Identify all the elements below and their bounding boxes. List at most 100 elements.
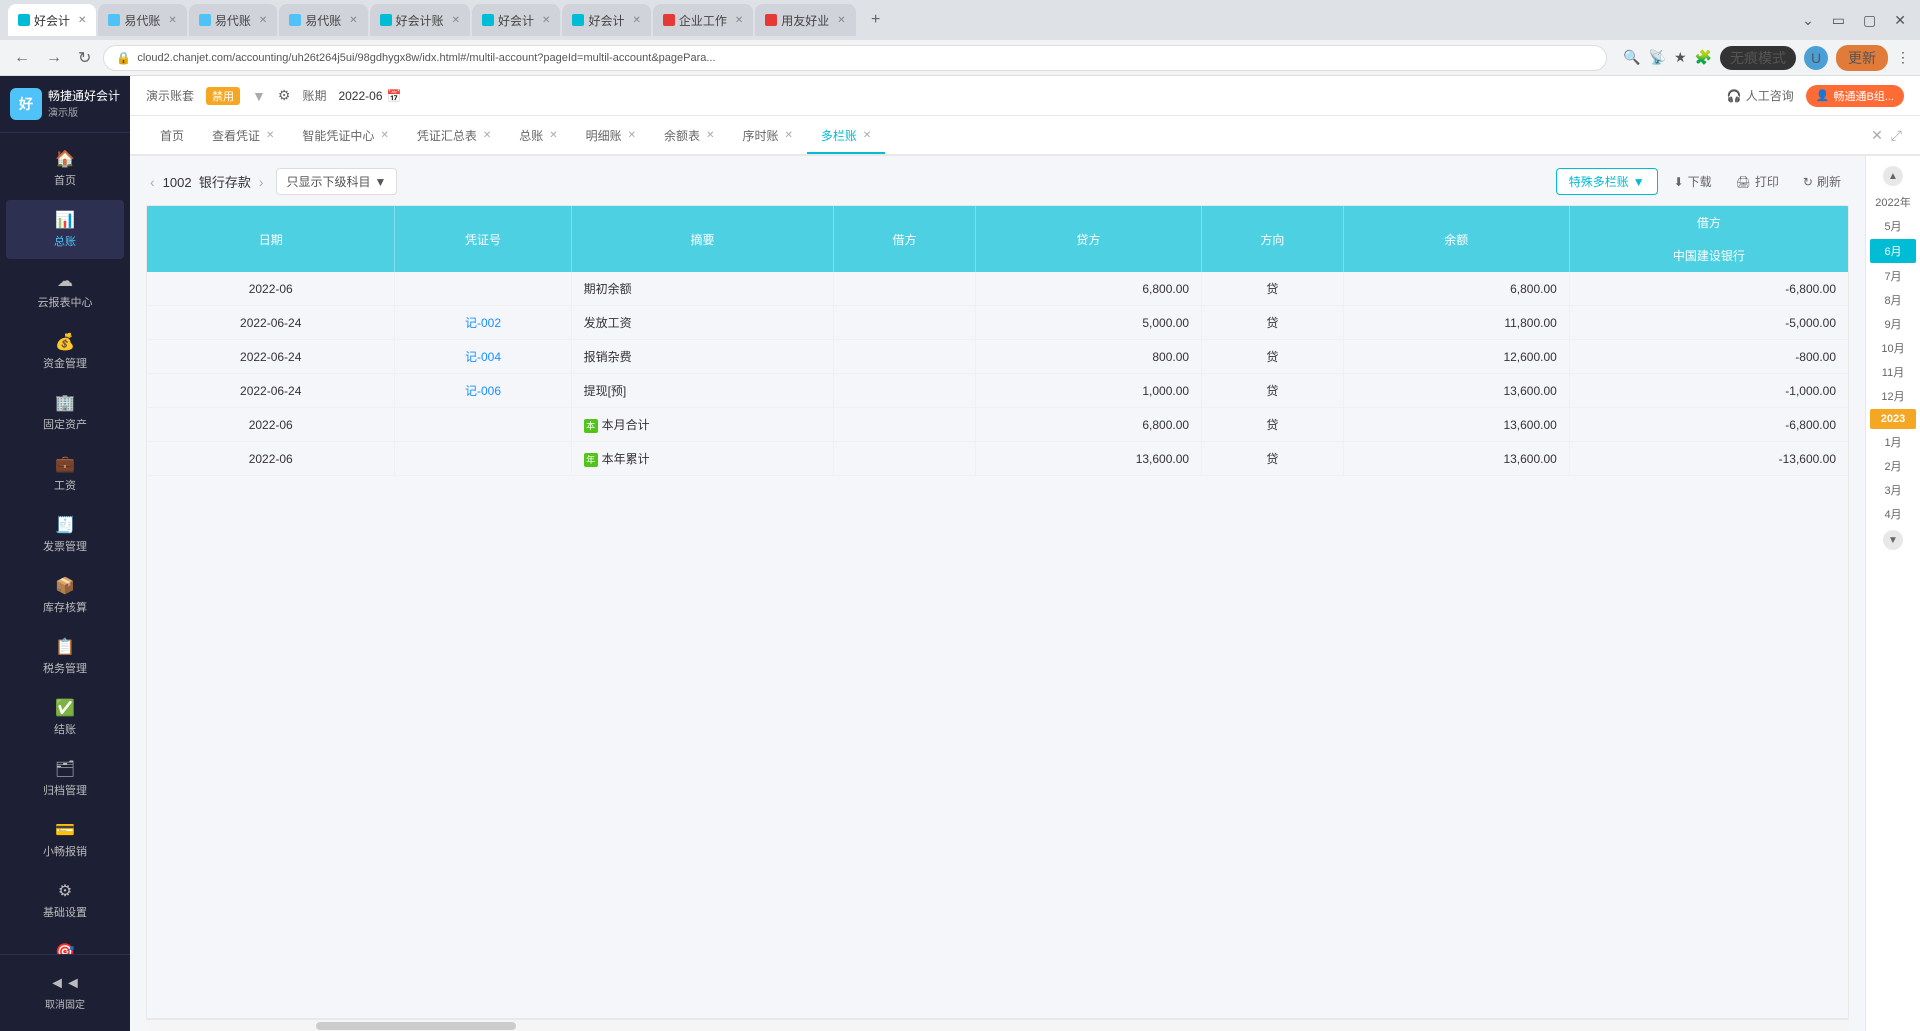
tab-view-voucher[interactable]: 查看凭证 ✕: [198, 119, 288, 154]
sidebar-item-guide[interactable]: 🎯 新手引导: [6, 932, 124, 954]
settings-icon[interactable]: ⋮: [1896, 49, 1910, 66]
download-button[interactable]: ⬇ 下载: [1666, 169, 1720, 194]
tab-close-smart-voucher[interactable]: ✕: [380, 130, 388, 141]
user-info[interactable]: 👤 畅通通B组...: [1806, 85, 1904, 107]
sidebar-collapse-button[interactable]: ◄◄ 取消固定: [6, 965, 124, 1021]
timeline-month-6[interactable]: 6月: [1870, 239, 1916, 263]
timeline-month-2023-3[interactable]: 3月: [1866, 478, 1920, 502]
tab-close-journal[interactable]: ✕: [784, 130, 792, 141]
tab-close-balance[interactable]: ✕: [706, 130, 714, 141]
tab-smart-voucher[interactable]: 智能凭证中心 ✕: [288, 119, 402, 154]
tab-close-general-ledger[interactable]: ✕: [549, 130, 557, 141]
sidebar-item-closing[interactable]: ✅ 结账: [6, 688, 124, 747]
timeline-scroll-up[interactable]: ▲: [1883, 166, 1903, 186]
scrollbar-thumb[interactable]: [316, 1022, 516, 1030]
tab-voucher-summary[interactable]: 凭证汇总表 ✕: [403, 119, 505, 154]
tab-nav-collapse-button[interactable]: ✕: [1869, 125, 1885, 146]
sidebar-item-invoice[interactable]: 🧾 发票管理: [6, 505, 124, 564]
prev-account-button[interactable]: ‹: [146, 172, 159, 192]
sidebar-item-fixed-assets[interactable]: 🏢 固定资产: [6, 383, 124, 442]
timeline-month-2023-1[interactable]: 1月: [1866, 430, 1920, 454]
timeline-month-7[interactable]: 7月: [1866, 264, 1920, 288]
ledger-toolbar: ‹ 1002 银行存款 › 只显示下级科目 ▼ 特殊多栏账 ▼: [146, 168, 1849, 195]
update-button[interactable]: 更新: [1836, 45, 1888, 71]
refresh-browser-button[interactable]: ↻: [74, 46, 95, 70]
tab-journal[interactable]: 序时账 ✕: [728, 119, 806, 154]
sidebar-item-expense[interactable]: 💳 小畅报销: [6, 810, 124, 869]
new-tab-button[interactable]: +: [862, 6, 890, 34]
calendar-icon[interactable]: 📅: [387, 89, 402, 103]
browser-tab-6[interactable]: 好会计 ✕: [472, 4, 560, 36]
no-trace-button[interactable]: 无痕模式: [1720, 46, 1796, 70]
sidebar-item-cloud-report[interactable]: ☁ 云报表中心: [6, 261, 124, 320]
sidebar-item-archive[interactable]: 🗂 归档管理: [6, 749, 124, 808]
tab-minimize-button[interactable]: ⌄: [1796, 10, 1820, 31]
extension-icon[interactable]: 🧩: [1695, 49, 1712, 66]
sidebar-item-payroll[interactable]: 💼 工资: [6, 444, 124, 503]
user-avatar[interactable]: U: [1804, 46, 1828, 70]
timeline-month-5[interactable]: 5月: [1866, 214, 1920, 238]
cast-icon[interactable]: 📡: [1649, 49, 1666, 66]
consultant-button[interactable]: 🎧 人工咨询: [1727, 87, 1794, 104]
table-row: 2022-06 期初余额 6,800.00 贷 6,800.00 -6,800.…: [147, 272, 1848, 306]
next-account-button[interactable]: ›: [255, 172, 268, 192]
cell-debit-3: [834, 374, 975, 408]
tab-close-view-voucher[interactable]: ✕: [266, 130, 274, 141]
tab-maximize-button[interactable]: ▢: [1857, 10, 1882, 31]
consultant-icon: 🎧: [1727, 89, 1742, 103]
tab-home[interactable]: 首页: [146, 119, 198, 154]
sidebar-item-tax[interactable]: 📋 税务管理: [6, 627, 124, 686]
sidebar-item-ledger[interactable]: 📊 总账: [6, 200, 124, 259]
timeline-scroll-down[interactable]: ▼: [1883, 530, 1903, 550]
refresh-ledger-button[interactable]: ↻ 刷新: [1795, 169, 1849, 194]
tab-multi-column[interactable]: 多栏账 ✕: [807, 119, 885, 154]
voucher-link-2[interactable]: 记-004: [465, 350, 501, 364]
browser-tab-7[interactable]: 好会计 ✕: [562, 4, 650, 36]
timeline-month-8[interactable]: 8月: [1866, 288, 1920, 312]
tab-balance[interactable]: 余额表 ✕: [650, 119, 728, 154]
browser-tab-5[interactable]: 好会计账 ✕: [370, 4, 470, 36]
browser-tab-3[interactable]: 易代账 ✕: [279, 4, 367, 36]
timeline-month-12[interactable]: 12月: [1866, 384, 1920, 408]
special-multi-column-button[interactable]: 特殊多栏账 ▼: [1556, 168, 1658, 195]
browser-tab-9[interactable]: 用友好业 ✕: [755, 4, 855, 36]
search-browser-icon[interactable]: 🔍: [1623, 49, 1640, 66]
browser-tab-2[interactable]: 易代账 ✕: [189, 4, 277, 36]
timeline-month-10[interactable]: 10月: [1866, 336, 1920, 360]
sidebar-item-home[interactable]: 🏠 首页: [6, 139, 124, 198]
tab-close-voucher-summary[interactable]: ✕: [483, 130, 491, 141]
timeline-month-9[interactable]: 9月: [1866, 312, 1920, 336]
voucher-link-3[interactable]: 记-006: [465, 384, 501, 398]
tab-close-detail-ledger[interactable]: ✕: [628, 130, 636, 141]
cell-direction-2: 贷: [1202, 340, 1343, 374]
print-button[interactable]: 🖨 打印: [1728, 169, 1787, 194]
sidebar-item-fund[interactable]: 💰 资金管理: [6, 322, 124, 381]
tab-general-ledger[interactable]: 总账 ✕: [505, 119, 571, 154]
bookmark-icon[interactable]: ★: [1674, 49, 1687, 66]
settings-topbar-icon[interactable]: ⚙: [278, 87, 291, 104]
browser-tab-active[interactable]: 好会计 ✕: [8, 4, 96, 36]
demo-account-label: 演示账套: [146, 87, 194, 104]
forward-button[interactable]: →: [42, 47, 66, 69]
horizontal-scrollbar[interactable]: [146, 1019, 1849, 1031]
voucher-link-1[interactable]: 记-002: [465, 316, 501, 330]
tab-close-multi-column[interactable]: ✕: [863, 130, 871, 141]
timeline-year-2023-label[interactable]: 2023: [1870, 409, 1916, 429]
filter-dropdown-button[interactable]: 只显示下级科目 ▼: [276, 168, 398, 195]
back-button[interactable]: ←: [10, 47, 34, 69]
sidebar-item-inventory[interactable]: 📦 库存核算: [6, 566, 124, 625]
browser-tab-1[interactable]: 易代账 ✕: [98, 4, 186, 36]
dropdown-arrow-icon[interactable]: ▼: [252, 88, 266, 104]
tab-detail-ledger[interactable]: 明细账 ✕: [572, 119, 650, 154]
tab-restore-button[interactable]: ▭: [1826, 10, 1851, 31]
address-input[interactable]: 🔒 cloud2.chanjet.com/accounting/uh26t264…: [103, 45, 1607, 71]
account-status-badge: 禁用: [206, 87, 240, 105]
timeline-month-2023-2[interactable]: 2月: [1866, 454, 1920, 478]
timeline-month-11[interactable]: 11月: [1866, 360, 1920, 384]
sidebar-item-settings[interactable]: ⚙ 基础设置: [6, 871, 124, 930]
sidebar-label-cloud-report: 云报表中心: [38, 294, 93, 310]
browser-tab-8[interactable]: 企业工作 ✕: [653, 4, 753, 36]
tab-nav-expand-button[interactable]: ⤢: [1889, 125, 1904, 146]
timeline-month-2023-4[interactable]: 4月: [1866, 502, 1920, 526]
tab-close-button[interactable]: ✕: [1888, 10, 1912, 31]
